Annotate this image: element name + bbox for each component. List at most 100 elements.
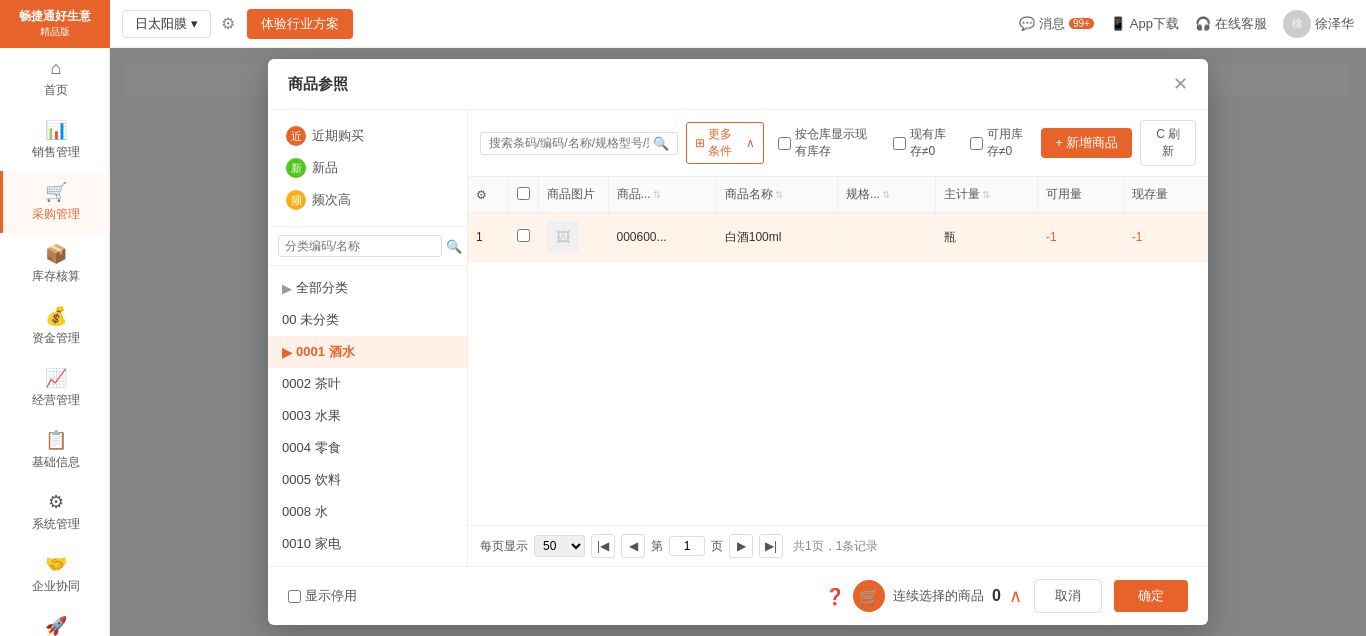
th-name-label: 商品名称 xyxy=(725,186,773,203)
refresh-button[interactable]: C 刷新 xyxy=(1140,120,1196,166)
cart-icon-button[interactable]: 🛒 xyxy=(853,580,885,612)
sidebar-item-home[interactable]: ⌂ 首页 xyxy=(0,48,109,109)
category-item-fruit[interactable]: 0003 水果 xyxy=(268,400,467,432)
existing-stock-checkbox[interactable] xyxy=(893,137,906,150)
td-checkbox xyxy=(508,213,538,262)
add-product-button[interactable]: + 新增商品 xyxy=(1041,128,1132,158)
help-icon[interactable]: ❓ xyxy=(825,587,845,606)
th-code-label: 商品... xyxy=(617,186,651,203)
row-checkbox[interactable] xyxy=(517,229,530,242)
next-page-button[interactable]: ▶ xyxy=(729,534,753,558)
td-index: 1 xyxy=(468,213,508,262)
quick-item-recent[interactable]: 近 近期购买 xyxy=(278,120,457,152)
td-code: 000600... xyxy=(608,213,716,262)
category-item-drinks[interactable]: 0005 饮料 xyxy=(268,464,467,496)
top-nav: 畅捷通好生意 精品版 日太阳膜 ▾ ⚙ 体验行业方案 💬 消息 99+ 📱 Ap… xyxy=(0,0,1366,48)
chevron-down-icon: ▾ xyxy=(191,16,198,31)
category-item-liquor[interactable]: ▶ 0001 酒水 xyxy=(268,336,467,368)
sidebar-item-business[interactable]: 📈 经营管理 xyxy=(0,357,109,419)
product-reference-modal: 商品参照 ✕ 近 近期购买 新 新品 xyxy=(268,59,1208,625)
modal-overlay: 商品参照 ✕ 近 近期购买 新 新品 xyxy=(110,48,1366,636)
sidebar-item-purchase[interactable]: 🛒 采购管理 xyxy=(0,171,109,233)
category-search-input[interactable] xyxy=(278,235,442,257)
avatar: 徐 xyxy=(1283,10,1311,38)
try-industry-button[interactable]: 体验行业方案 xyxy=(247,9,353,39)
message-nav-item[interactable]: 💬 消息 99+ xyxy=(1019,15,1094,33)
store-dropdown[interactable]: 日太阳膜 ▾ xyxy=(122,10,211,38)
sidebar-item-label: 采购管理 xyxy=(32,206,80,223)
category-item-all[interactable]: ▶ 全部分类 xyxy=(268,272,467,304)
category-item-appliances[interactable]: 0010 家电 xyxy=(268,528,467,560)
category-search-icon[interactable]: 🔍 xyxy=(446,239,462,254)
last-page-button[interactable]: ▶| xyxy=(759,534,783,558)
show-disabled-label: 显示停用 xyxy=(305,587,357,605)
first-page-button[interactable]: |◀ xyxy=(591,534,615,558)
online-service-nav-item[interactable]: 🎧 在线客服 xyxy=(1195,15,1267,33)
app-download-nav-item[interactable]: 📱 App下载 xyxy=(1110,15,1179,33)
collapse-cart-icon[interactable]: ∧ xyxy=(1009,585,1022,607)
available-stock-text: 可用库存≠0 xyxy=(987,126,1033,160)
cart-count: 0 xyxy=(992,587,1001,605)
td-name: 白酒100ml xyxy=(716,213,837,262)
sidebar-item-system[interactable]: ⚙ 系统管理 xyxy=(0,481,109,543)
message-icon: 💬 xyxy=(1019,16,1035,31)
sidebar-item-finance[interactable]: 💰 资金管理 xyxy=(0,295,109,357)
main-layout: ⌂ 首页 📊 销售管理 🛒 采购管理 📦 库存核算 💰 资金管理 📈 经营管理 … xyxy=(0,48,1366,636)
more-filters-button[interactable]: ⊞ 更多条件 ∧ xyxy=(686,122,764,164)
warehouse-checkbox-text: 按仓库显示现有库存 xyxy=(795,126,879,160)
th-available: 可用量 xyxy=(1038,177,1124,213)
basics-icon: 📋 xyxy=(45,429,67,451)
collab-icon: 🤝 xyxy=(45,553,67,575)
per-page-select[interactable]: 50 100 xyxy=(534,535,585,557)
category-item-water[interactable]: 0008 水 xyxy=(268,496,467,528)
th-unit-label: 主计量 xyxy=(944,186,980,203)
cart-area: ❓ 🛒 连续选择的商品 0 ∧ xyxy=(825,580,1022,612)
warehouse-checkbox-label[interactable]: 按仓库显示现有库存 xyxy=(778,126,879,160)
right-toolbar: 🔍 ⊞ 更多条件 ∧ 按仓库显示现有库存 xyxy=(468,110,1208,177)
show-disabled-checkbox[interactable] xyxy=(288,590,301,603)
category-search-area: 🔍 xyxy=(268,227,467,266)
category-item-label: 0005 饮料 xyxy=(282,471,341,489)
sidebar-item-collab[interactable]: 🤝 企业协同 xyxy=(0,543,109,605)
business-icon: 📈 xyxy=(45,367,67,389)
modal-footer: 显示停用 ❓ 🛒 连续选择的商品 0 ∧ 取消 确定 xyxy=(268,566,1208,625)
sidebar-item-guide[interactable]: 🚀 新手引导 xyxy=(0,605,109,636)
existing-stock-text: 现有库存≠0 xyxy=(910,126,956,160)
td-image: 🖼 xyxy=(538,213,608,262)
search-icon[interactable]: 🔍 xyxy=(653,136,669,151)
store-name: 日太阳膜 xyxy=(135,15,187,33)
confirm-button[interactable]: 确定 xyxy=(1114,580,1188,612)
quick-item-frequent[interactable]: 频 频次高 xyxy=(278,184,457,216)
available-stock-checkbox-label[interactable]: 可用库存≠0 xyxy=(970,126,1033,160)
select-all-checkbox[interactable] xyxy=(517,187,530,200)
sidebar-item-inventory[interactable]: 📦 库存核算 xyxy=(0,233,109,295)
prev-page-button[interactable]: ◀ xyxy=(621,534,645,558)
sidebar-item-basics[interactable]: 📋 基础信息 xyxy=(0,419,109,481)
quick-item-new[interactable]: 新 新品 xyxy=(278,152,457,184)
product-search-input[interactable] xyxy=(489,136,649,150)
guide-icon: 🚀 xyxy=(45,615,67,636)
filter-icon: ⊞ xyxy=(695,136,705,150)
category-item-snack[interactable]: 0004 零食 xyxy=(268,432,467,464)
show-disabled-checkbox-label[interactable]: 显示停用 xyxy=(288,587,357,605)
table-row[interactable]: 1 🖼 000600... 白酒100ml 瓶 xyxy=(468,213,1208,262)
headset-icon: 🎧 xyxy=(1195,16,1211,31)
modal-close-button[interactable]: ✕ xyxy=(1173,73,1188,95)
per-page-label: 每页显示 xyxy=(480,538,528,555)
message-label: 消息 xyxy=(1039,15,1065,33)
cancel-button[interactable]: 取消 xyxy=(1034,579,1102,613)
stock-value: -1 xyxy=(1132,230,1143,244)
category-item-tea[interactable]: 0002 茶叶 xyxy=(268,368,467,400)
warehouse-checkbox[interactable] xyxy=(778,137,791,150)
chevron-up-icon: ∧ xyxy=(746,136,755,150)
existing-stock-checkbox-label[interactable]: 现有库存≠0 xyxy=(893,126,956,160)
product-table: ⚙ 商品图片 商品... ⇅ xyxy=(468,177,1208,262)
available-stock-checkbox[interactable] xyxy=(970,137,983,150)
sidebar-item-sales[interactable]: 📊 销售管理 xyxy=(0,109,109,171)
category-item-uncategorized[interactable]: 00 未分类 xyxy=(268,304,467,336)
page-number-input[interactable] xyxy=(669,536,705,556)
user-nav-item[interactable]: 徐 徐泽华 xyxy=(1283,10,1354,38)
settings-icon[interactable]: ⚙ xyxy=(221,14,235,33)
quick-item-label: 频次高 xyxy=(312,191,351,209)
th-stock: 现存量 xyxy=(1123,177,1208,213)
